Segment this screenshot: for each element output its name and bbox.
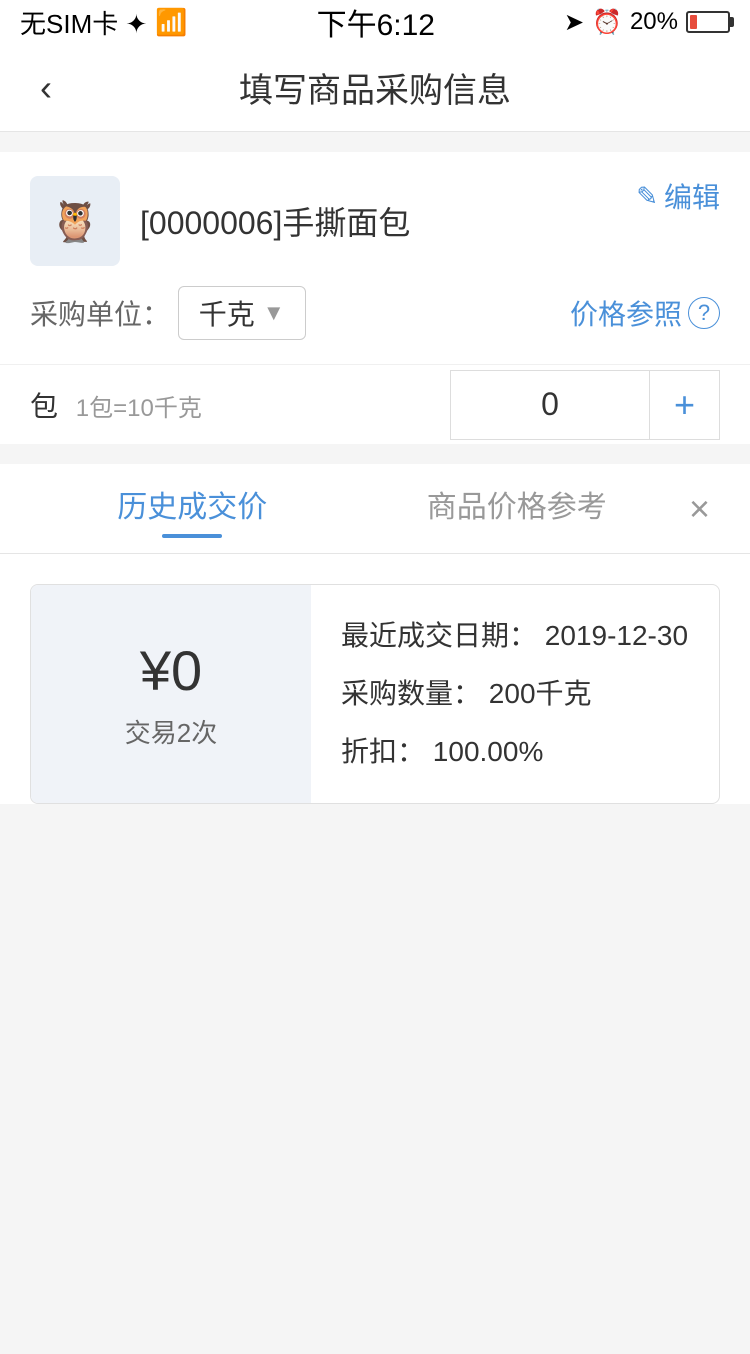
quantity-controls: 0 + — [450, 370, 720, 440]
unit-section: 采购单位： 千克 ▼ — [30, 286, 306, 340]
edit-label: 编辑 — [664, 176, 720, 216]
unit-select[interactable]: 千克 ▼ — [178, 286, 306, 340]
main-content: 🦉 [0000006]手撕面包 ✎ 编辑 采购单位： 千克 ▼ 价格参照 ? — [0, 152, 750, 1354]
edit-button[interactable]: ✎ 编辑 — [636, 176, 720, 216]
battery-text: 20% — [630, 8, 678, 36]
status-right: ➤ ⏰ 20% — [564, 8, 730, 37]
price-reference-button[interactable]: 价格参照 ? — [570, 293, 720, 333]
recent-date-value: 2019-12-30 — [545, 620, 688, 651]
quantity-plus-button[interactable]: + — [650, 370, 720, 440]
dropdown-arrow-icon: ▼ — [263, 300, 285, 326]
history-card: ¥0 交易2次 最近成交日期： 2019-12-30 采购数量： 200千克 折… — [30, 584, 720, 804]
history-card-right: 最近成交日期： 2019-12-30 采购数量： 200千克 折扣： 100.0… — [311, 585, 719, 803]
tab-history-price[interactable]: 历史成交价 — [30, 482, 354, 536]
help-icon: ? — [688, 297, 720, 329]
tab-price-reference-label: 商品价格参考 — [427, 491, 607, 524]
quantity-unit-label: 包 — [30, 391, 58, 422]
quantity-input[interactable]: 0 — [450, 370, 650, 440]
purchase-qty-label: 采购数量： — [341, 678, 481, 709]
status-bar: 无SIM卡 ✦ 📶 下午6:12 ➤ ⏰ 20% — [0, 0, 750, 44]
location-icon: ➤ — [564, 8, 584, 37]
discount-value: 100.00% — [433, 736, 544, 767]
product-thumbnail: 🦉 — [30, 176, 120, 266]
discount-label: 折扣： — [341, 736, 425, 767]
product-left: 🦉 [0000006]手撕面包 — [30, 176, 410, 266]
quantity-row: 包 1包=10千克 0 + — [0, 364, 750, 444]
purchase-qty-value: 200千克 — [489, 678, 592, 709]
quantity-label-section: 包 1包=10千克 — [30, 385, 202, 425]
history-card-left: ¥0 交易2次 — [31, 585, 311, 803]
edit-icon: ✎ — [636, 181, 658, 212]
battery-icon — [686, 11, 730, 33]
alarm-icon: ⏰ — [592, 8, 622, 37]
unit-label: 采购单位： — [30, 299, 170, 330]
recent-date-label: 最近成交日期： — [341, 620, 537, 651]
tabs-container: 历史成交价 商品价格参考 × ¥0 交易2次 最近成交日期： 2019-12-3… — [0, 464, 750, 804]
carrier-text: 无SIM卡 ✦ — [20, 4, 147, 41]
tab-history-price-label: 历史成交价 — [117, 491, 267, 524]
price-value: 0 — [171, 639, 202, 702]
back-button[interactable]: ‹ — [30, 57, 62, 119]
quantity-value: 0 — [541, 386, 559, 423]
wifi-icon: 📶 — [155, 7, 187, 38]
tabs-header: 历史成交价 商品价格参考 × — [0, 464, 750, 554]
history-price: ¥0 — [140, 638, 202, 703]
status-time: 下午6:12 — [317, 0, 435, 44]
discount-row: 折扣： 100.00% — [341, 731, 689, 773]
product-image-icon: 🦉 — [50, 198, 100, 245]
unit-value: 千克 — [199, 293, 255, 333]
tab-price-reference[interactable]: 商品价格参考 — [354, 482, 678, 536]
product-header: 🦉 [0000006]手撕面包 ✎ 编辑 — [30, 176, 720, 266]
quantity-unit-info: 1包=10千克 — [76, 395, 202, 422]
status-left: 无SIM卡 ✦ 📶 — [20, 4, 188, 41]
product-name: [0000006]手撕面包 — [140, 198, 410, 244]
recent-date-row: 最近成交日期： 2019-12-30 — [341, 615, 689, 657]
price-ref-label: 价格参照 — [570, 293, 682, 333]
page-title: 填写商品采购信息 — [239, 63, 511, 112]
product-unit-row: 采购单位： 千克 ▼ 价格参照 ? — [30, 286, 720, 340]
nav-bar: ‹ 填写商品采购信息 — [0, 44, 750, 132]
currency-symbol: ¥ — [140, 639, 171, 702]
tab-close-button[interactable]: × — [679, 488, 720, 530]
purchase-qty-row: 采购数量： 200千克 — [341, 673, 689, 715]
history-trade-count: 交易2次 — [125, 713, 217, 750]
product-card: 🦉 [0000006]手撕面包 ✎ 编辑 采购单位： 千克 ▼ 价格参照 ? — [0, 152, 750, 364]
